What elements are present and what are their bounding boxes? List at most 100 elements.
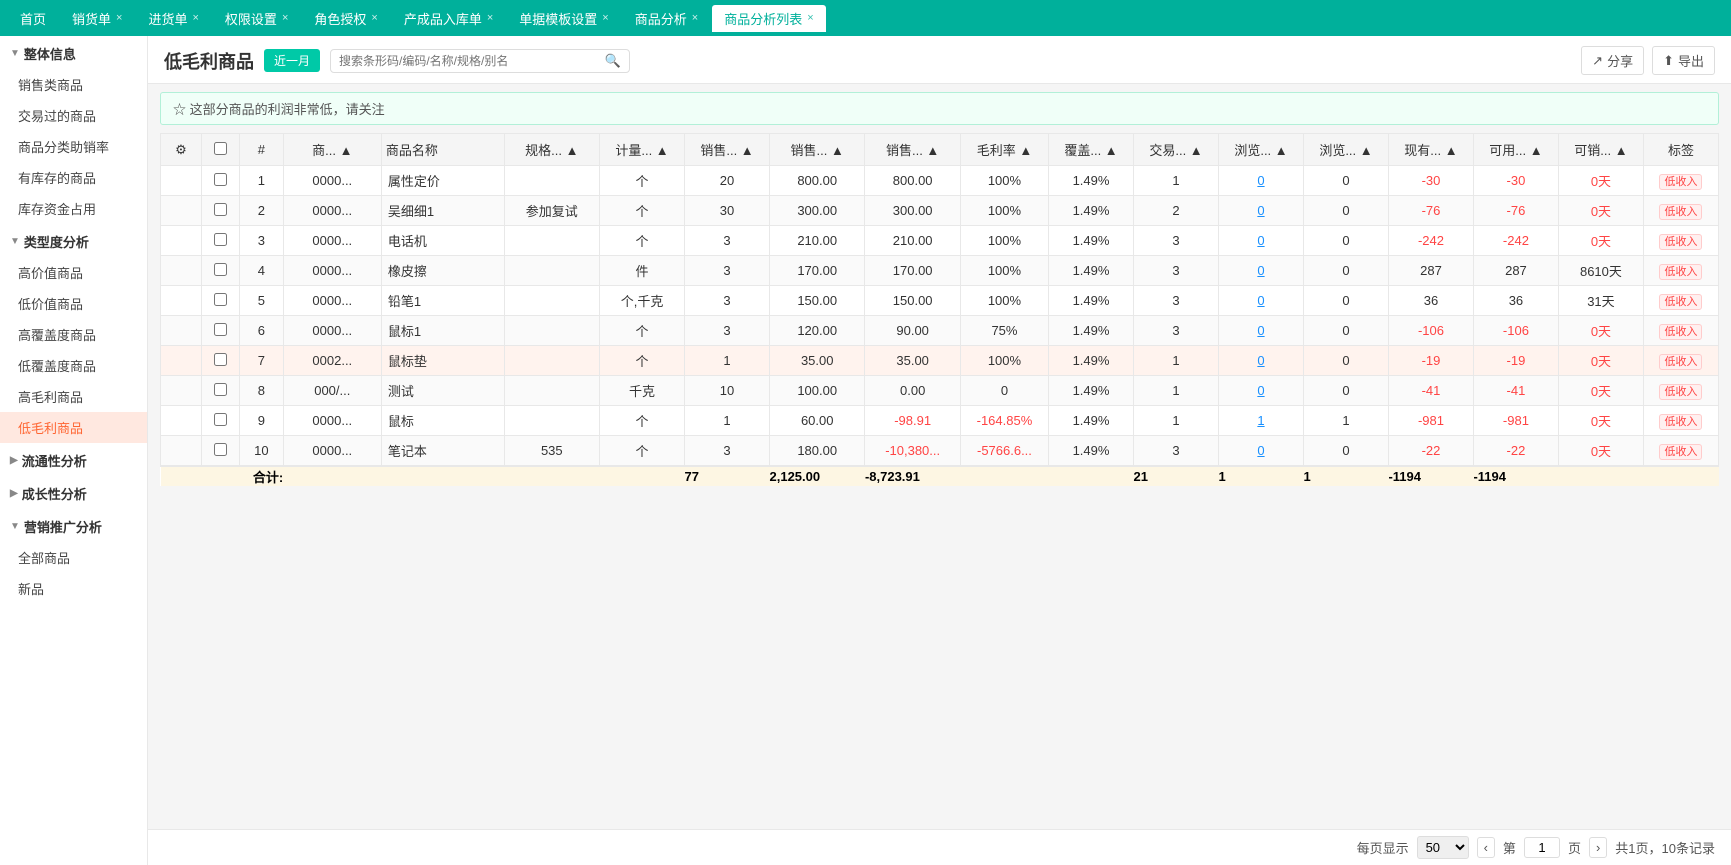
row-checkbox-7[interactable]	[214, 383, 227, 396]
sidebar-group-type[interactable]: ▼ 类型度分析	[0, 224, 147, 257]
col-header-code[interactable]: 商... ▲	[283, 134, 381, 166]
nav-close-goods-analysis[interactable]: ×	[692, 12, 698, 24]
sidebar-item-new-goods[interactable]: 新品	[0, 573, 147, 604]
cell-browse1-2[interactable]: 0	[1219, 226, 1304, 256]
col-header-tag[interactable]: 标签	[1643, 134, 1718, 166]
col-header-unit[interactable]: 计量... ▲	[600, 134, 685, 166]
export-button[interactable]: ⬆ 导出	[1652, 46, 1715, 75]
cell-check-6[interactable]	[201, 346, 239, 376]
sidebar-item-high-cover[interactable]: 高覆盖度商品	[0, 319, 147, 350]
per-page-select[interactable]: 50 20 100	[1417, 836, 1469, 859]
cell-browse1-3[interactable]: 0	[1219, 256, 1304, 286]
col-header-cover[interactable]: 覆盖... ▲	[1049, 134, 1134, 166]
nav-close-template[interactable]: ×	[602, 12, 608, 24]
row-checkbox-2[interactable]	[214, 233, 227, 246]
row-checkbox-0[interactable]	[214, 173, 227, 186]
cell-browse1-8[interactable]: 1	[1219, 406, 1304, 436]
sidebar-item-low-margin[interactable]: 低毛利商品	[0, 412, 147, 443]
select-all-checkbox[interactable]	[214, 142, 227, 155]
sidebar-item-stock-capital[interactable]: 库存资金占用	[0, 193, 147, 224]
col-header-name[interactable]: 商品名称	[381, 134, 504, 166]
sidebar-group-flow[interactable]: ▶ 流通性分析	[0, 443, 147, 476]
row-checkbox-6[interactable]	[214, 353, 227, 366]
col-header-browse2[interactable]: 浏览... ▲	[1303, 134, 1388, 166]
col-header-browse1[interactable]: 浏览... ▲	[1219, 134, 1304, 166]
nav-permission[interactable]: 权限设置 ×	[213, 5, 300, 32]
row-checkbox-5[interactable]	[214, 323, 227, 336]
next-page-btn[interactable]: ›	[1589, 837, 1607, 858]
col-header-sale-qty[interactable]: 销售... ▲	[685, 134, 770, 166]
nav-close-role[interactable]: ×	[371, 12, 377, 24]
cell-browse1-7[interactable]: 0	[1219, 376, 1304, 406]
table-wrapper[interactable]: ⚙ # 商... ▲ 商品名称 规格... ▲ 计量... ▲ 销售... ▲ …	[160, 133, 1719, 829]
nav-goods-analysis[interactable]: 商品分析 ×	[623, 5, 710, 32]
sidebar-group-overall[interactable]: ▼ 整体信息	[0, 36, 147, 69]
col-header-stock[interactable]: 现有... ▲	[1388, 134, 1473, 166]
col-header-spec[interactable]: 规格... ▲	[504, 134, 599, 166]
cell-browse1-5[interactable]: 0	[1219, 316, 1304, 346]
cell-check-7[interactable]	[201, 376, 239, 406]
nav-close-permission[interactable]: ×	[282, 12, 288, 24]
col-header-trade[interactable]: 交易... ▲	[1134, 134, 1219, 166]
sidebar-group-growth[interactable]: ▶ 成长性分析	[0, 476, 147, 509]
cell-check-8[interactable]	[201, 406, 239, 436]
row-checkbox-3[interactable]	[214, 263, 227, 276]
cell-stock-7: -41	[1388, 376, 1473, 406]
cell-sale-price-7: 100.00	[770, 376, 865, 406]
filter-recent-month[interactable]: 近一月	[264, 49, 320, 72]
row-checkbox-9[interactable]	[214, 443, 227, 456]
cell-check-2[interactable]	[201, 226, 239, 256]
arrow-overall: ▼	[10, 48, 20, 59]
cell-check-3[interactable]	[201, 256, 239, 286]
nav-close-goods-analysis-list[interactable]: ×	[807, 12, 813, 24]
nav-product-warehouse[interactable]: 产成品入库单 ×	[392, 5, 505, 32]
col-header-saleable[interactable]: 可销... ▲	[1558, 134, 1643, 166]
sidebar-item-category-rate[interactable]: 商品分类助销率	[0, 131, 147, 162]
prev-page-btn[interactable]: ‹	[1477, 837, 1495, 858]
sidebar-item-high-value[interactable]: 高价值商品	[0, 257, 147, 288]
col-header-check[interactable]	[201, 134, 239, 166]
nav-sales[interactable]: 销货单 ×	[60, 5, 134, 32]
search-icon[interactable]: 🔍	[605, 53, 621, 69]
col-header-avail[interactable]: 可用... ▲	[1473, 134, 1558, 166]
col-header-sale-profit[interactable]: 销售... ▲	[865, 134, 960, 166]
nav-close-sales[interactable]: ×	[116, 12, 122, 24]
col-header-settings[interactable]: ⚙	[161, 134, 202, 166]
col-header-num: #	[240, 134, 284, 166]
cell-check-5[interactable]	[201, 316, 239, 346]
cell-browse1-1[interactable]: 0	[1219, 196, 1304, 226]
row-checkbox-8[interactable]	[214, 413, 227, 426]
sidebar-group-marketing[interactable]: ▼ 营销推广分析	[0, 509, 147, 542]
cell-check-0[interactable]	[201, 166, 239, 196]
nav-role[interactable]: 角色授权 ×	[302, 5, 389, 32]
nav-home[interactable]: 首页	[8, 5, 58, 32]
cell-browse1-4[interactable]: 0	[1219, 286, 1304, 316]
cell-spec-8	[504, 406, 599, 436]
cell-check-1[interactable]	[201, 196, 239, 226]
col-header-gross[interactable]: 毛利率 ▲	[960, 134, 1048, 166]
sidebar-item-low-value[interactable]: 低价值商品	[0, 288, 147, 319]
row-checkbox-4[interactable]	[214, 293, 227, 306]
row-checkbox-1[interactable]	[214, 203, 227, 216]
nav-template[interactable]: 单据模板设置 ×	[507, 5, 620, 32]
col-header-sale-price[interactable]: 销售... ▲	[770, 134, 865, 166]
sidebar-item-sales-goods[interactable]: 销售类商品	[0, 69, 147, 100]
sidebar-item-all-goods[interactable]: 全部商品	[0, 542, 147, 573]
sidebar-item-stock-goods[interactable]: 有库存的商品	[0, 162, 147, 193]
sidebar-item-traded-goods[interactable]: 交易过的商品	[0, 100, 147, 131]
cell-check-9[interactable]	[201, 436, 239, 467]
cell-browse1-6[interactable]: 0	[1219, 346, 1304, 376]
nav-goods-analysis-list[interactable]: 商品分析列表 ×	[712, 5, 825, 32]
search-input[interactable]	[339, 54, 605, 68]
cell-check-4[interactable]	[201, 286, 239, 316]
nav-close-purchase[interactable]: ×	[192, 12, 198, 24]
cell-cover-2: 1.49%	[1049, 226, 1134, 256]
nav-close-product-warehouse[interactable]: ×	[487, 12, 493, 24]
nav-purchase[interactable]: 进货单 ×	[136, 5, 210, 32]
cell-browse1-0[interactable]: 0	[1219, 166, 1304, 196]
page-number-input[interactable]	[1524, 837, 1560, 858]
sidebar-item-high-margin[interactable]: 高毛利商品	[0, 381, 147, 412]
cell-browse1-9[interactable]: 0	[1219, 436, 1304, 467]
sidebar-item-low-cover[interactable]: 低覆盖度商品	[0, 350, 147, 381]
share-button[interactable]: ↗ 分享	[1581, 46, 1644, 75]
